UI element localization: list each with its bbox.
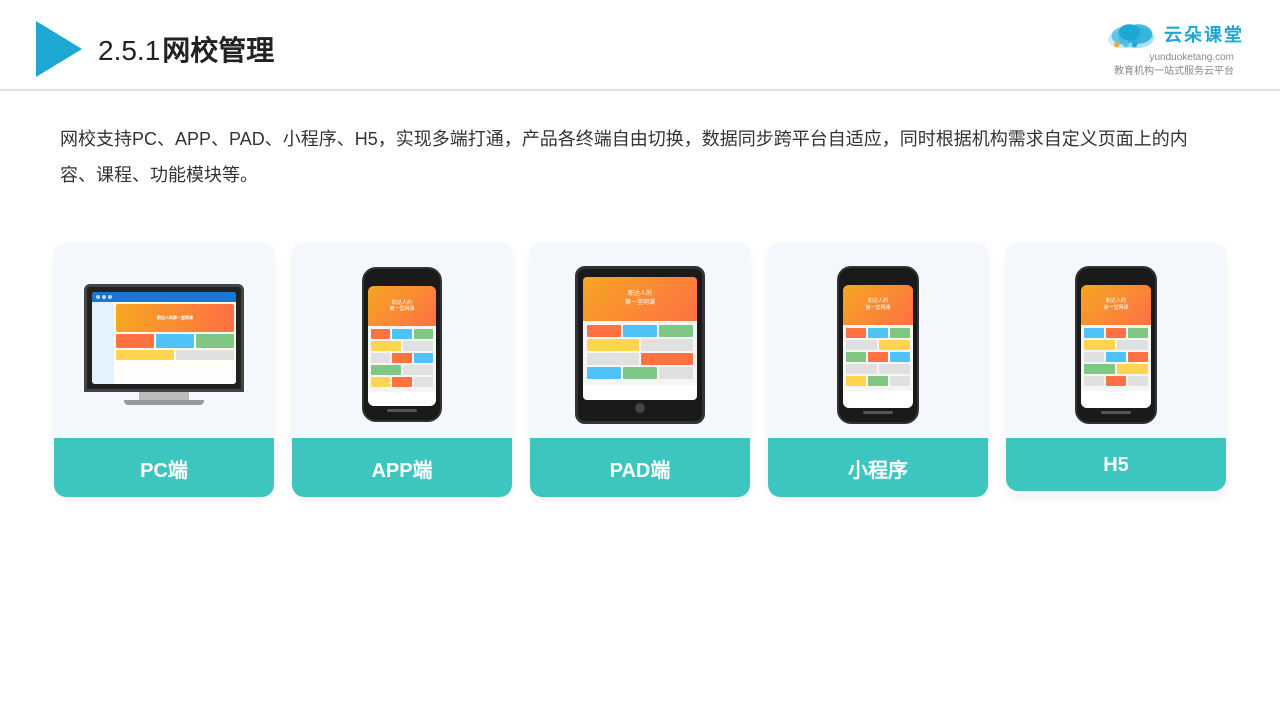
header: 2.5.1网校管理 bbox=[0, 0, 1280, 91]
phone-mockup-miniprogram: 职达人的第一堂网课 bbox=[837, 266, 919, 424]
cards-section: 职达人的第一堂网课 bbox=[0, 223, 1280, 497]
page-title: 2.5.1网校管理 bbox=[98, 29, 274, 69]
description-text: 网校支持PC、APP、PAD、小程序、H5，实现多端打通，产品各终端自由切换，数… bbox=[0, 91, 1280, 213]
card-miniprogram: 职达人的第一堂网课 bbox=[768, 243, 988, 497]
phone-mockup-app: 职达人的第一堂网课 bbox=[362, 267, 442, 422]
card-image-miniprogram: 职达人的第一堂网课 bbox=[768, 243, 988, 438]
cloud-icon bbox=[1104, 18, 1158, 50]
page: 2.5.1网校管理 bbox=[0, 0, 1280, 720]
card-label-miniprogram: 小程序 bbox=[768, 438, 988, 497]
card-label-pc: PC端 bbox=[54, 438, 274, 497]
card-image-pc: 职达人的第一堂网课 bbox=[54, 243, 274, 438]
section-title: 网校管理 bbox=[162, 35, 274, 66]
card-image-app: 职达人的第一堂网课 bbox=[292, 243, 512, 438]
card-label-pad: PAD端 bbox=[530, 438, 750, 497]
card-image-h5: 职达人的第一堂网课 bbox=[1006, 243, 1226, 438]
card-label-h5: H5 bbox=[1006, 438, 1226, 491]
tablet-mockup: 职达人的第一堂网课 bbox=[575, 266, 705, 424]
card-image-pad: 职达人的第一堂网课 bbox=[530, 243, 750, 438]
description-content: 网校支持PC、APP、PAD、小程序、H5，实现多端打通，产品各终端自由切换，数… bbox=[60, 129, 1188, 185]
header-right: 云朵课堂 yunduoketang.com 教育机构一站式服务云平台 bbox=[1104, 18, 1244, 79]
section-number: 2.5.1 bbox=[98, 35, 160, 66]
card-app: 职达人的第一堂网课 bbox=[292, 243, 512, 497]
brand-domain: yunduoketang.com 教育机构一站式服务云平台 bbox=[1114, 51, 1234, 79]
card-h5: 职达人的第一堂网课 bbox=[1006, 243, 1226, 497]
card-pc: 职达人的第一堂网课 bbox=[54, 243, 274, 497]
card-label-app: APP端 bbox=[292, 438, 512, 497]
brand-name-text: 云朵课堂 bbox=[1164, 21, 1244, 47]
pc-mockup: 职达人的第一堂网课 bbox=[84, 284, 244, 405]
brand-name-wrap: 云朵课堂 bbox=[1104, 18, 1244, 50]
logo-triangle-icon bbox=[36, 21, 82, 77]
brand-logo: 云朵课堂 yunduoketang.com 教育机构一站式服务云平台 bbox=[1104, 18, 1244, 79]
card-pad: 职达人的第一堂网课 bbox=[530, 243, 750, 497]
header-left: 2.5.1网校管理 bbox=[36, 21, 274, 77]
pc-screen: 职达人的第一堂网课 bbox=[84, 284, 244, 392]
phone-mockup-h5: 职达人的第一堂网课 bbox=[1075, 266, 1157, 424]
